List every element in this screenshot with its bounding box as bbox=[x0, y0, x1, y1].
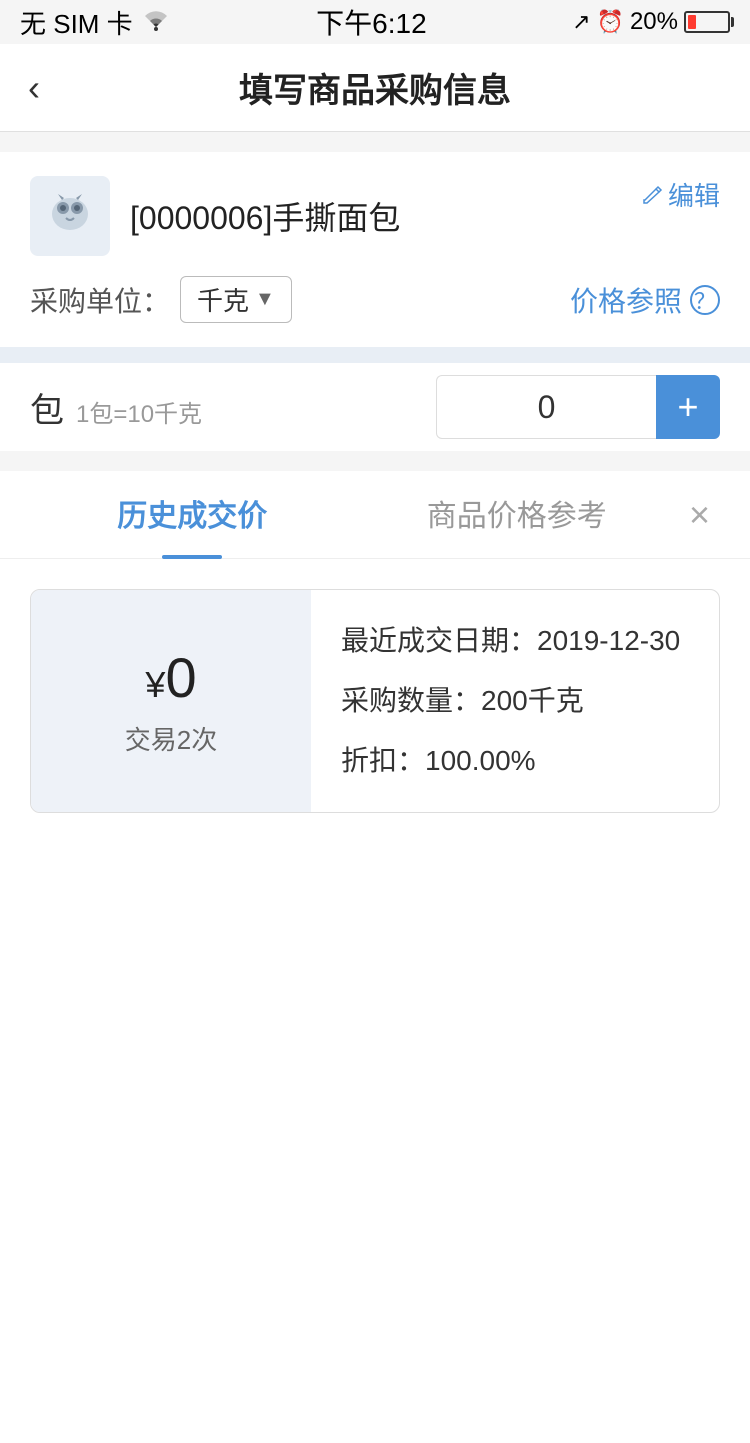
battery-fill bbox=[688, 15, 696, 29]
edit-icon bbox=[642, 184, 664, 206]
price-detail-discount-value: 100.00% bbox=[425, 745, 536, 776]
tabs-header: 历史成交价 商品价格参考 × bbox=[0, 471, 750, 559]
price-trade-count: 交易2次 bbox=[125, 720, 217, 757]
battery-percent: 20% bbox=[630, 8, 678, 36]
price-detail-qty-value: 200千克 bbox=[481, 685, 584, 716]
price-detail-date: 最近成交日期：2019-12-30 bbox=[341, 620, 689, 662]
nav-bar: ‹ 填写商品采购信息 bbox=[0, 44, 750, 132]
unit-prefix: 采购单位： bbox=[30, 280, 170, 320]
tabs-section: 历史成交价 商品价格参考 × ¥0 交易2次 最近成交日期：2019-12-30… bbox=[0, 471, 750, 843]
status-right: ↗ ⏰ 20% bbox=[572, 8, 730, 36]
price-detail-qty-label: 采购数量： bbox=[341, 685, 481, 716]
location-icon: ↗ bbox=[572, 9, 590, 35]
edit-button[interactable]: 编辑 bbox=[642, 176, 720, 213]
quantity-unit-sub: 1包=10千克 bbox=[76, 394, 202, 429]
price-detail-discount-label: 折扣： bbox=[341, 745, 425, 776]
price-value: 0 bbox=[165, 646, 196, 709]
price-reference-button[interactable]: 价格参照 ？ bbox=[570, 280, 720, 320]
carrier-label: 无 SIM 卡 bbox=[20, 4, 133, 41]
wifi-icon bbox=[141, 7, 171, 38]
quantity-unit-big: 包 bbox=[30, 383, 64, 432]
price-amount: ¥0 bbox=[145, 645, 196, 710]
quantity-plus-button[interactable]: + bbox=[656, 375, 720, 439]
quantity-unit-label: 包 1包=10千克 bbox=[30, 383, 202, 432]
product-card: [0000006]手撕面包 编辑 采购单位： 千克 ▼ 价格参照 ？ bbox=[0, 152, 750, 347]
price-currency: ¥ bbox=[145, 664, 165, 705]
price-detail-date-value: 2019-12-30 bbox=[537, 625, 680, 656]
unit-selector: 采购单位： 千克 ▼ bbox=[30, 276, 292, 323]
product-header: [0000006]手撕面包 编辑 bbox=[30, 176, 720, 256]
quantity-row: 包 1包=10千克 + bbox=[0, 363, 750, 451]
price-ref-label: 价格参照 bbox=[570, 280, 682, 320]
price-card-left: ¥0 交易2次 bbox=[31, 590, 311, 812]
product-unit-row: 采购单位： 千克 ▼ 价格参照 ？ bbox=[30, 276, 720, 323]
status-bar: 无 SIM 卡 下午6:12 ↗ ⏰ 20% bbox=[0, 0, 750, 44]
product-thumbnail bbox=[30, 176, 110, 256]
price-detail-discount: 折扣：100.00% bbox=[341, 740, 689, 782]
product-name: [0000006]手撕面包 bbox=[130, 193, 400, 239]
status-left: 无 SIM 卡 bbox=[20, 4, 171, 41]
price-card-container: ¥0 交易2次 最近成交日期：2019-12-30 采购数量：200千克 折扣：… bbox=[0, 559, 750, 843]
tabs-close-button[interactable]: × bbox=[679, 494, 720, 536]
tab-history-price[interactable]: 历史成交价 bbox=[30, 491, 354, 539]
section-divider bbox=[0, 347, 750, 363]
tab-product-price-reference[interactable]: 商品价格参考 bbox=[354, 491, 678, 539]
page-title: 填写商品采购信息 bbox=[239, 63, 511, 112]
price-detail-qty: 采购数量：200千克 bbox=[341, 680, 689, 722]
price-ref-help-icon: ？ bbox=[690, 285, 720, 315]
alarm-icon: ⏰ bbox=[597, 9, 624, 35]
price-card: ¥0 交易2次 最近成交日期：2019-12-30 采购数量：200千克 折扣：… bbox=[30, 589, 720, 813]
product-left: [0000006]手撕面包 bbox=[30, 176, 400, 256]
battery-indicator bbox=[684, 11, 730, 33]
page-body bbox=[0, 843, 750, 1443]
status-time: 下午6:12 bbox=[316, 2, 427, 42]
edit-label: 编辑 bbox=[668, 176, 720, 213]
product-owl-icon bbox=[42, 184, 98, 249]
quantity-input[interactable] bbox=[436, 375, 656, 439]
price-card-right: 最近成交日期：2019-12-30 采购数量：200千克 折扣：100.00% bbox=[311, 590, 719, 812]
dropdown-arrow-icon: ▼ bbox=[255, 288, 275, 311]
quantity-input-area: + bbox=[436, 375, 720, 439]
unit-value: 千克 bbox=[197, 281, 249, 318]
price-detail-date-label: 最近成交日期： bbox=[341, 625, 537, 656]
back-button[interactable]: ‹ bbox=[28, 67, 40, 109]
unit-dropdown[interactable]: 千克 ▼ bbox=[180, 276, 292, 323]
